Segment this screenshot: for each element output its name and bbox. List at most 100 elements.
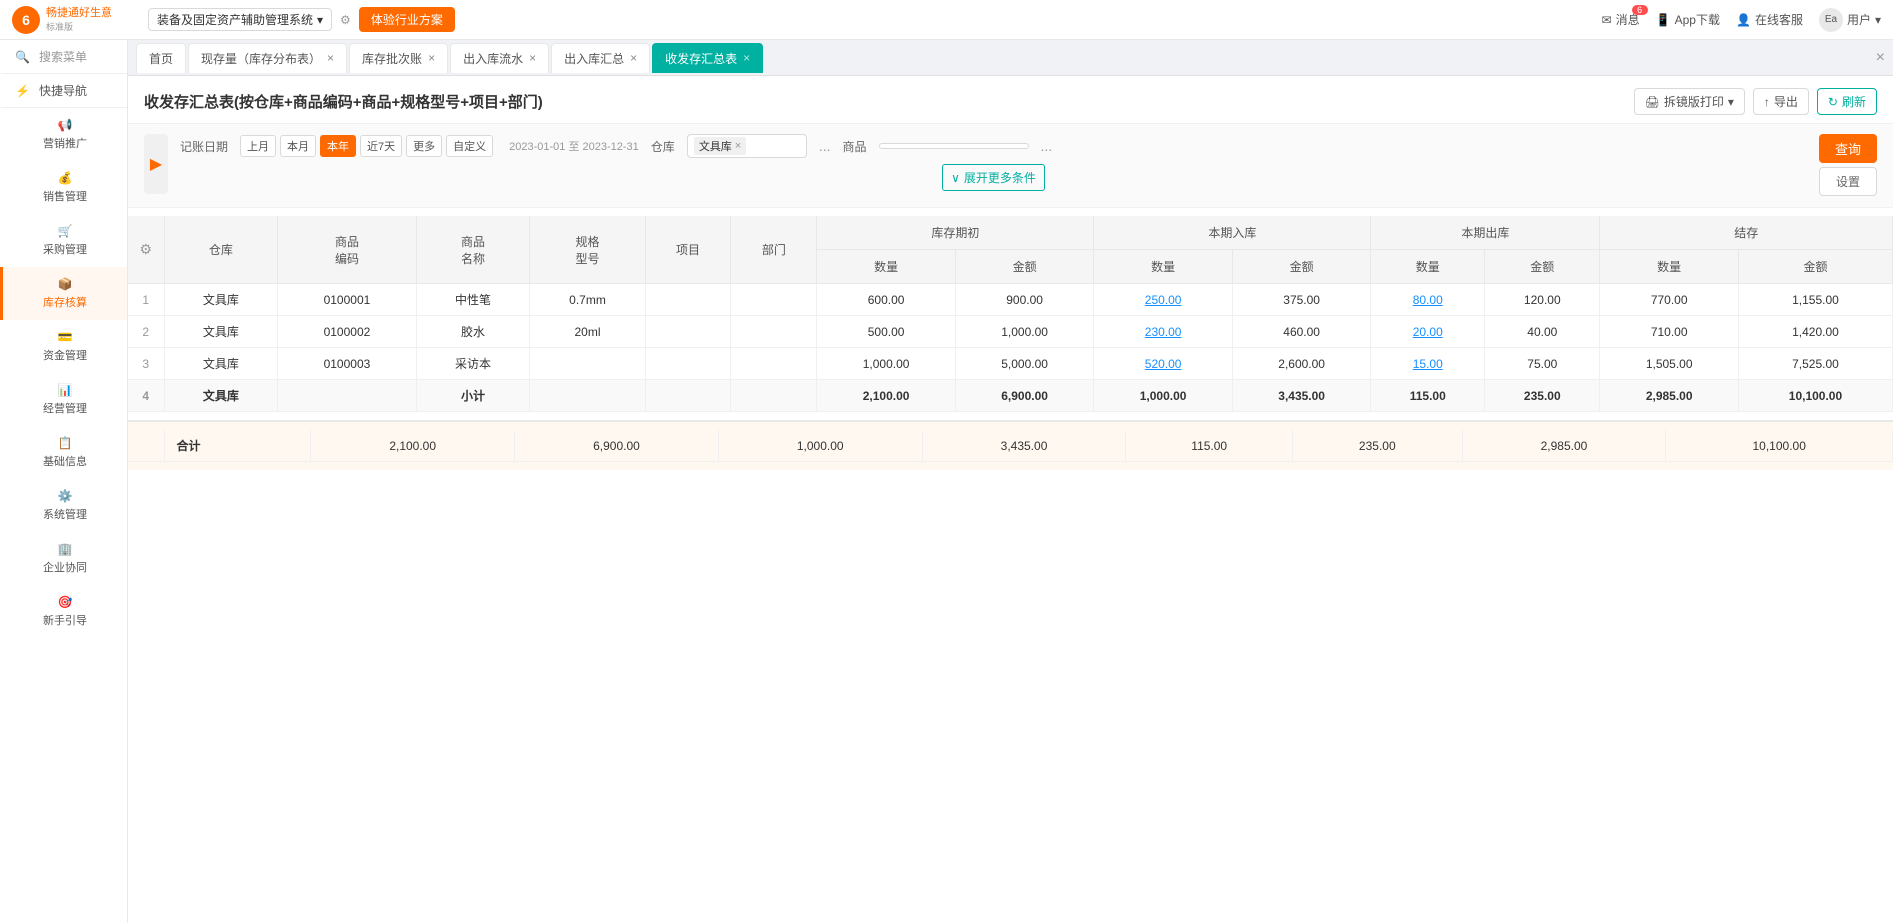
tab-close-flow[interactable]: × xyxy=(529,51,536,65)
gear-icon[interactable]: ⚙ xyxy=(340,13,351,27)
filter-toggle[interactable]: ▶ xyxy=(144,134,168,194)
settings-button[interactable]: 设置 xyxy=(1819,167,1877,196)
tab-close-batch[interactable]: × xyxy=(428,51,435,65)
data-table: ⚙ 仓库 商品编码 商品名称 规格型号 项目 部门 库存期初 本期入库 本期出 xyxy=(128,216,1893,412)
tab-close-recv-send[interactable]: × xyxy=(743,51,750,65)
try-button[interactable]: 体验行业方案 xyxy=(359,7,455,32)
app-download-button[interactable]: 📱 App下载 xyxy=(1656,11,1720,28)
th-in-amt: 金额 xyxy=(1232,250,1371,284)
row-spec: 20ml xyxy=(530,316,645,348)
query-button[interactable]: 查询 xyxy=(1819,134,1877,163)
sidebar-item-inventory[interactable]: 📦 库存核算 xyxy=(0,267,127,320)
table-row: 4 文具库 小计 2,100.00 6,900.00 1,000.00 3,43… xyxy=(128,380,1893,412)
guide-icon: 🎯 xyxy=(58,595,73,609)
row-open-qty: 2,100.00 xyxy=(817,380,956,412)
tab-stock-dist[interactable]: 现存量（库存分布表） × xyxy=(188,43,347,73)
tab-batch[interactable]: 库存批次账 × xyxy=(349,43,448,73)
row-bal-amt: 1,420.00 xyxy=(1738,316,1892,348)
export-icon: ↑ xyxy=(1764,95,1770,109)
th-project: 项目 xyxy=(645,216,731,284)
system-icon: ⚙️ xyxy=(58,489,73,503)
sidebar-operation-label: 经营管理 xyxy=(43,400,87,416)
th-open-amt: 金额 xyxy=(955,250,1094,284)
date-btn-more[interactable]: 更多 xyxy=(406,135,442,157)
footer-bal-qty: 2,985.00 xyxy=(1462,430,1666,462)
export-button[interactable]: ↑ 导出 xyxy=(1753,88,1809,115)
row-warehouse: 文具库 xyxy=(164,380,278,412)
row-num: 4 xyxy=(128,380,164,412)
th-open-qty: 数量 xyxy=(817,250,956,284)
row-num: 1 xyxy=(128,284,164,316)
row-dept xyxy=(731,348,817,380)
sidebar-item-operation[interactable]: 📊 经营管理 xyxy=(0,373,127,426)
warehouse-more[interactable]: ... xyxy=(819,138,831,154)
date-btn-7days[interactable]: 近7天 xyxy=(360,135,402,157)
row-in-amt: 2,600.00 xyxy=(1232,348,1371,380)
row-code: 0100003 xyxy=(278,348,417,380)
tab-flow[interactable]: 出入库流水 × xyxy=(450,43,549,73)
system-name: 装备及固定资产辅助管理系统 xyxy=(157,11,313,28)
date-btn-this-year[interactable]: 本年 xyxy=(320,135,356,157)
messages-button[interactable]: ✉ 消息 6 xyxy=(1602,11,1640,28)
tab-home[interactable]: 首页 xyxy=(136,43,186,73)
row-out-amt: 40.00 xyxy=(1485,316,1600,348)
row-in-amt: 460.00 xyxy=(1232,316,1371,348)
row-in-amt: 375.00 xyxy=(1232,284,1371,316)
user-menu[interactable]: Ea 用户 ▾ xyxy=(1819,8,1881,32)
sidebar-guide-label: 新手引导 xyxy=(43,612,87,628)
top-bar-right: ✉ 消息 6 📱 App下载 👤 在线客服 Ea 用户 ▾ xyxy=(1602,8,1881,32)
row-in-amt: 3,435.00 xyxy=(1232,380,1371,412)
row-out-amt: 120.00 xyxy=(1485,284,1600,316)
row-in-qty[interactable]: 230.00 xyxy=(1094,316,1233,348)
chevron-down-icon: ∨ xyxy=(951,171,960,185)
tab-summary[interactable]: 出入库汇总 × xyxy=(551,43,650,73)
date-range: 2023-01-01 至 2023-12-31 xyxy=(509,138,639,154)
purchase-icon: 🛒 xyxy=(58,224,73,238)
sidebar-item-base-info[interactable]: 📋 基础信息 xyxy=(0,426,127,479)
footer-row: 合计 2,100.00 6,900.00 1,000.00 3,435.00 1… xyxy=(128,430,1893,462)
warehouse-filter-label: 仓库 xyxy=(651,138,675,155)
date-btn-prev-month[interactable]: 上月 xyxy=(240,135,276,157)
date-btn-this-month[interactable]: 本月 xyxy=(280,135,316,157)
table-config-icon[interactable]: ⚙ xyxy=(139,241,152,257)
tab-close-summary[interactable]: × xyxy=(630,51,637,65)
sidebar-item-sales[interactable]: 💰 销售管理 xyxy=(0,161,127,214)
sidebar-item-search[interactable]: 🔍 搜索菜单 xyxy=(0,40,127,74)
sidebar-item-marketing[interactable]: 📢 营销推广 xyxy=(0,108,127,161)
sidebar-item-finance[interactable]: 💳 资金管理 xyxy=(0,320,127,373)
warehouse-input[interactable]: 文具库 × xyxy=(687,134,807,158)
warehouse-tag-close[interactable]: × xyxy=(735,140,741,152)
sidebar-item-purchase[interactable]: 🛒 采购管理 xyxy=(0,214,127,267)
row-out-qty[interactable]: 80.00 xyxy=(1371,284,1485,316)
row-out-qty[interactable]: 15.00 xyxy=(1371,348,1485,380)
sidebar-item-system[interactable]: ⚙️ 系统管理 xyxy=(0,479,127,532)
date-btn-custom[interactable]: 自定义 xyxy=(446,135,493,157)
sidebar-fast-nav-label: 快捷导航 xyxy=(39,82,87,99)
logo-icon: 6 xyxy=(12,6,40,34)
online-service-button[interactable]: 👤 在线客服 xyxy=(1736,11,1803,28)
user-chevron-icon: ▾ xyxy=(1875,13,1881,27)
row-out-amt: 75.00 xyxy=(1485,348,1600,380)
page-header: 收发存汇总表(按仓库+商品编码+商品+规格型号+项目+部门) 🖨 拆镜版打印 ▾… xyxy=(128,76,1893,124)
row-project xyxy=(645,284,731,316)
row-open-amt: 900.00 xyxy=(955,284,1094,316)
sidebar-base-label: 基础信息 xyxy=(43,453,87,469)
row-out-qty[interactable]: 20.00 xyxy=(1371,316,1485,348)
close-all-tabs[interactable]: × xyxy=(1868,45,1893,71)
tab-recv-send[interactable]: 收发存汇总表 × xyxy=(652,43,763,73)
sidebar-item-fast-nav[interactable]: ⚡ 快捷导航 xyxy=(0,74,127,108)
row-in-qty[interactable]: 520.00 xyxy=(1094,348,1233,380)
row-code: 0100002 xyxy=(278,316,417,348)
sidebar-item-guide[interactable]: 🎯 新手引导 xyxy=(0,585,127,638)
row-in-qty[interactable]: 250.00 xyxy=(1094,284,1233,316)
goods-more[interactable]: ... xyxy=(1041,138,1053,154)
sidebar-item-enterprise[interactable]: 🏢 企业协同 xyxy=(0,532,127,585)
sidebar-enterprise-label: 企业协同 xyxy=(43,559,87,575)
system-selector[interactable]: 装备及固定资产辅助管理系统 ▾ xyxy=(148,8,332,31)
expand-more-button[interactable]: ∨ 展开更多条件 xyxy=(942,164,1045,191)
sales-icon: 💰 xyxy=(58,171,73,185)
tab-close-stock-dist[interactable]: × xyxy=(327,51,334,65)
refresh-button[interactable]: ↻ 刷新 xyxy=(1817,88,1877,115)
print-button[interactable]: 🖨 拆镜版打印 ▾ xyxy=(1634,88,1745,115)
goods-input[interactable] xyxy=(879,143,1029,149)
